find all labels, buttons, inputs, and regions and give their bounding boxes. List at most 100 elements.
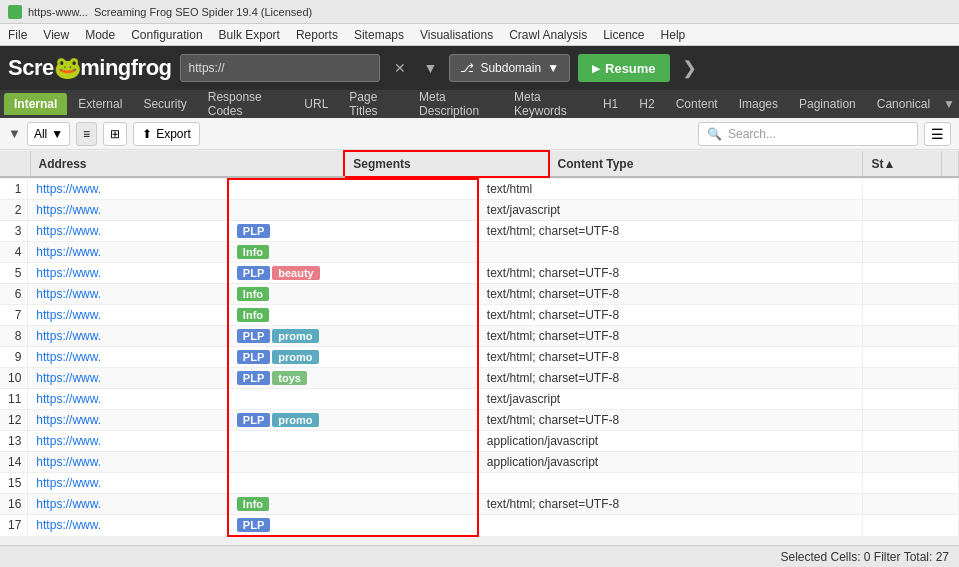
filter-dropdown[interactable]: All ▼: [27, 122, 70, 146]
tab-meta-description[interactable]: Meta Description: [409, 86, 503, 122]
cell-address[interactable]: https://www.: [28, 305, 228, 326]
cell-address[interactable]: https://www.: [28, 515, 228, 537]
cell-address[interactable]: https://www.: [28, 410, 228, 431]
table-row[interactable]: 8https://www.PLPpromotext/html; charset=…: [0, 326, 959, 347]
cell-address[interactable]: https://www.: [28, 368, 228, 389]
tab-content[interactable]: Content: [666, 93, 728, 115]
table-row[interactable]: 12https://www.PLPpromotext/html; charset…: [0, 410, 959, 431]
col-header-status[interactable]: St▲: [863, 151, 942, 177]
table-body[interactable]: 1https://www.text/html2https://www.text/…: [0, 178, 959, 545]
cell-content-type: text/html; charset=UTF-8: [478, 305, 863, 326]
cell-content-type: text/html; charset=UTF-8: [478, 368, 863, 389]
menu-licence[interactable]: Licence: [603, 28, 644, 42]
table-row[interactable]: 2https://www.text/javascript: [0, 200, 959, 221]
filter-lines-icon: ☰: [931, 126, 944, 142]
subdomain-label: Subdomain: [480, 61, 541, 75]
menu-reports[interactable]: Reports: [296, 28, 338, 42]
search-box[interactable]: 🔍 Search...: [698, 122, 918, 146]
table-row[interactable]: 10https://www.PLPtoystext/html; charset=…: [0, 368, 959, 389]
resume-button[interactable]: Resume: [578, 54, 670, 82]
status-bar: Selected Cells: 0 Filter Total: 27: [0, 545, 959, 567]
tab-meta-keywords[interactable]: Meta Keywords: [504, 86, 592, 122]
table-row[interactable]: 6https://www.Infotext/html; charset=UTF-…: [0, 284, 959, 305]
tab-page-titles[interactable]: Page Titles: [339, 86, 408, 122]
table-row[interactable]: 3https://www.PLPtext/html; charset=UTF-8: [0, 221, 959, 242]
menu-view[interactable]: View: [43, 28, 69, 42]
menu-file[interactable]: File: [8, 28, 27, 42]
cell-status: [862, 473, 958, 494]
tab-url[interactable]: URL: [294, 93, 338, 115]
row-number: 3: [0, 221, 28, 242]
table-row[interactable]: 13https://www.application/javascript: [0, 431, 959, 452]
cell-content-type: text/html; charset=UTF-8: [478, 410, 863, 431]
cell-address[interactable]: https://www.: [28, 263, 228, 284]
menu-crawl-analysis[interactable]: Crawl Analysis: [509, 28, 587, 42]
tabs-more-arrow[interactable]: ▼: [943, 97, 955, 111]
cell-address[interactable]: https://www.: [28, 473, 228, 494]
menu-mode[interactable]: Mode: [85, 28, 115, 42]
cell-address[interactable]: https://www.: [28, 347, 228, 368]
cell-address[interactable]: https://www.: [28, 452, 228, 473]
list-view-button[interactable]: ≡: [76, 122, 97, 146]
badge-info: Info: [237, 287, 269, 301]
cell-status: [862, 494, 958, 515]
subdomain-button[interactable]: ⎇ Subdomain ▼: [449, 54, 570, 82]
cell-address[interactable]: https://www.: [28, 431, 228, 452]
table-row[interactable]: 17https://www.PLP: [0, 515, 959, 537]
menu-bulk-export[interactable]: Bulk Export: [219, 28, 280, 42]
cell-address[interactable]: https://www.: [28, 221, 228, 242]
cell-segments: Info: [228, 242, 478, 263]
cell-address[interactable]: https://www.: [28, 242, 228, 263]
tab-pagination[interactable]: Pagination: [789, 93, 866, 115]
tab-h1[interactable]: H1: [593, 93, 628, 115]
tree-view-button[interactable]: ⊞: [103, 122, 127, 146]
table-row[interactable]: 15https://www.: [0, 473, 959, 494]
menu-help[interactable]: Help: [661, 28, 686, 42]
row-number: 11: [0, 389, 28, 410]
menu-configuration[interactable]: Configuration: [131, 28, 202, 42]
cell-segments: PLPpromo: [228, 410, 478, 431]
menu-bar: File View Mode Configuration Bulk Export…: [0, 24, 959, 46]
cell-address[interactable]: https://www.: [28, 326, 228, 347]
cell-address[interactable]: https://www.: [28, 200, 228, 221]
table-row[interactable]: 5https://www.PLPbeautytext/html; charset…: [0, 263, 959, 284]
cell-segments: [228, 452, 478, 473]
table-row[interactable]: 16https://www.Infotext/html; charset=UTF…: [0, 494, 959, 515]
list-view-icon: ≡: [83, 127, 90, 141]
tab-h2[interactable]: H2: [629, 93, 664, 115]
tab-images[interactable]: Images: [729, 93, 788, 115]
cell-address[interactable]: https://www.: [28, 284, 228, 305]
cell-segments: Info: [228, 494, 478, 515]
tab-canonical[interactable]: Canonical: [867, 93, 940, 115]
col-header-segments[interactable]: Segments: [344, 151, 548, 177]
cell-address[interactable]: https://www.: [28, 494, 228, 515]
table-row[interactable]: 14https://www. application/javascript: [0, 452, 959, 473]
menu-sitemaps[interactable]: Sitemaps: [354, 28, 404, 42]
tab-security[interactable]: Security: [133, 93, 196, 115]
tab-external[interactable]: External: [68, 93, 132, 115]
tab-internal[interactable]: Internal: [4, 93, 67, 115]
col-header-address[interactable]: Address: [30, 151, 344, 177]
table-row[interactable]: 1https://www.text/html: [0, 179, 959, 200]
table-row[interactable]: 9https://www.PLPpromotext/html; charset=…: [0, 347, 959, 368]
cell-content-type: application/javascript: [478, 452, 863, 473]
dropdown-arrow[interactable]: ▼: [420, 60, 442, 76]
export-button[interactable]: ⬆ Export: [133, 122, 200, 146]
cell-segments: [228, 473, 478, 494]
col-header-content-type[interactable]: Content Type: [549, 151, 863, 177]
tab-response-codes[interactable]: Response Codes: [198, 86, 294, 122]
advanced-filter-button[interactable]: ☰: [924, 122, 951, 146]
cell-address[interactable]: https://www.: [28, 389, 228, 410]
table-row[interactable]: 11https://www.text/javascript: [0, 389, 959, 410]
table-row[interactable]: 7https://www.Infotext/html; charset=UTF-…: [0, 305, 959, 326]
cell-status: [862, 284, 958, 305]
menu-visualisations[interactable]: Visualisations: [420, 28, 493, 42]
cell-address[interactable]: https://www.: [28, 179, 228, 200]
address-bar[interactable]: https://: [180, 54, 380, 82]
more-button[interactable]: ❯: [682, 57, 697, 79]
filter-bar: ▼ All ▼ ≡ ⊞ ⬆ Export 🔍 Search... ☰: [0, 118, 959, 150]
badge-toys: toys: [272, 371, 307, 385]
stop-button[interactable]: ✕: [388, 60, 412, 76]
row-number: 14: [0, 452, 28, 473]
table-row[interactable]: 4https://www.Info: [0, 242, 959, 263]
